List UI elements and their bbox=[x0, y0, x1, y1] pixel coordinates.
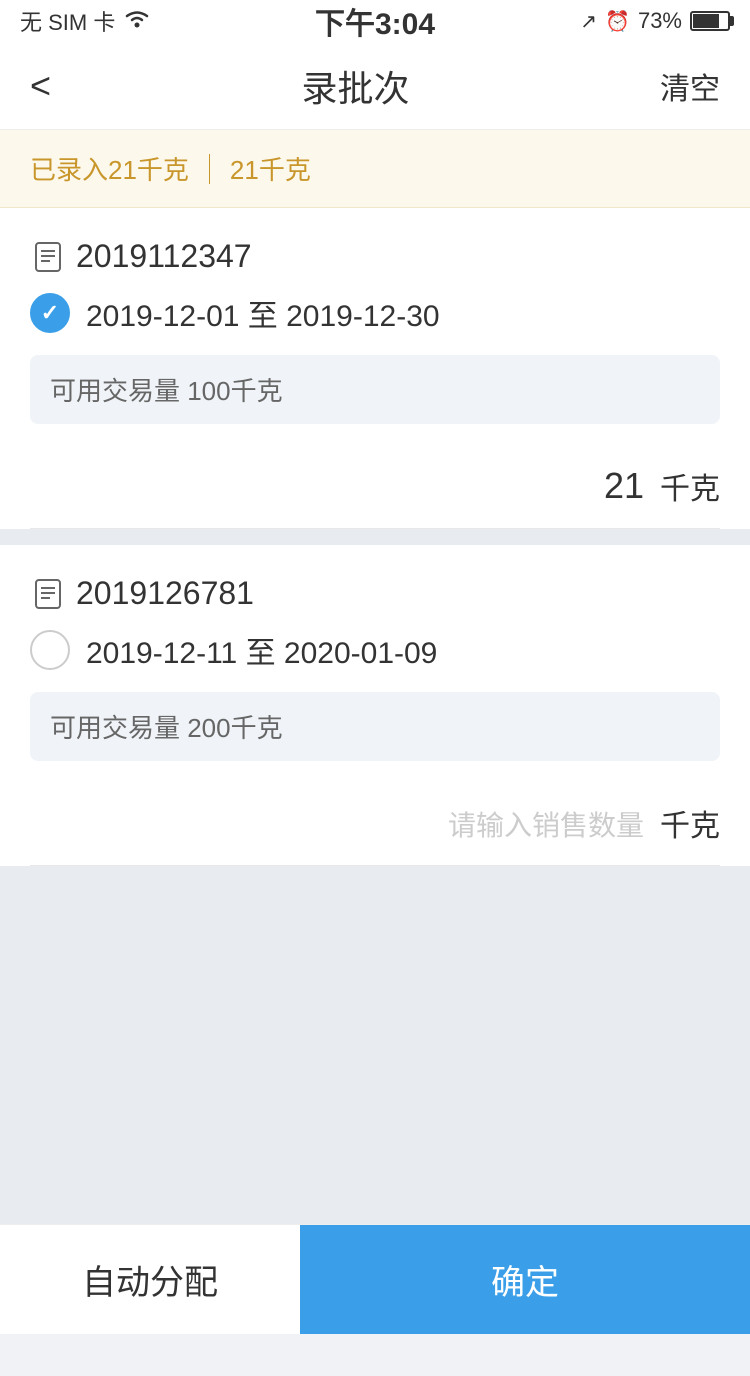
batch2-qty-input[interactable] bbox=[179, 802, 644, 844]
battery-icon bbox=[690, 11, 730, 31]
status-left: 无 SIM 卡 bbox=[20, 5, 151, 37]
info-banner: 已录入21千克 21千克 bbox=[0, 130, 750, 208]
back-button[interactable]: < bbox=[30, 65, 51, 107]
batch-card-2: 2019126781 2019-12-11 至 2020-01-09 可用交易量… bbox=[0, 545, 750, 866]
batch2-date-row[interactable]: 2019-12-11 至 2020-01-09 bbox=[30, 628, 720, 672]
batch2-avail-qty: 可用交易量 200千克 bbox=[30, 692, 720, 761]
batch1-header: 2019112347 bbox=[30, 238, 720, 275]
footer-area bbox=[0, 866, 750, 1266]
batch1-date-row[interactable]: 2019-12-01 至 2019-12-30 bbox=[30, 291, 720, 335]
status-bar: 无 SIM 卡 下午3:04 ↗ ⏰ 73% bbox=[0, 0, 750, 42]
batch1-avail-qty: 可用交易量 100千克 bbox=[30, 355, 720, 424]
recorded-label: 已录入21千克 bbox=[30, 150, 189, 187]
battery-percent: 73% bbox=[638, 8, 682, 34]
status-right: ↗ ⏰ 73% bbox=[580, 8, 730, 34]
batch1-date: 2019-12-01 至 2019-12-30 bbox=[86, 291, 440, 335]
auto-distribute-button[interactable]: 自动分配 bbox=[0, 1225, 300, 1334]
bottom-bar: 自动分配 确定 bbox=[0, 1224, 750, 1334]
batch2-id: 2019126781 bbox=[76, 575, 254, 612]
batch1-unit: 千克 bbox=[660, 464, 720, 508]
batch1-id: 2019112347 bbox=[76, 238, 252, 275]
carrier-text: 无 SIM 卡 bbox=[20, 5, 115, 37]
location-icon: ↗ bbox=[580, 9, 597, 34]
nav-bar: < 录批次 清空 bbox=[0, 42, 750, 130]
banner-divider bbox=[209, 154, 210, 184]
batch1-id-icon bbox=[30, 239, 66, 275]
batch1-qty-row: 千克 bbox=[30, 444, 720, 529]
batch2-unit: 千克 bbox=[660, 801, 720, 845]
batch-card-1: 2019112347 2019-12-01 至 2019-12-30 可用交易量… bbox=[0, 208, 750, 529]
status-time: 下午3:04 bbox=[315, 0, 435, 43]
batch2-id-icon bbox=[30, 576, 66, 612]
batch2-date: 2019-12-11 至 2020-01-09 bbox=[86, 628, 437, 672]
batch2-header: 2019126781 bbox=[30, 575, 720, 612]
alarm-icon: ⏰ bbox=[605, 9, 630, 34]
page-title: 录批次 bbox=[302, 60, 410, 112]
batch1-qty-input[interactable] bbox=[179, 465, 644, 507]
batch2-radio[interactable] bbox=[30, 630, 70, 670]
clear-button[interactable]: 清空 bbox=[660, 64, 720, 108]
wifi-icon bbox=[123, 8, 151, 34]
recorded-value: 21千克 bbox=[230, 150, 311, 187]
section-divider bbox=[0, 529, 750, 545]
batch2-qty-row: 千克 bbox=[30, 781, 720, 866]
confirm-button[interactable]: 确定 bbox=[300, 1225, 750, 1334]
batch1-radio[interactable] bbox=[30, 293, 70, 333]
